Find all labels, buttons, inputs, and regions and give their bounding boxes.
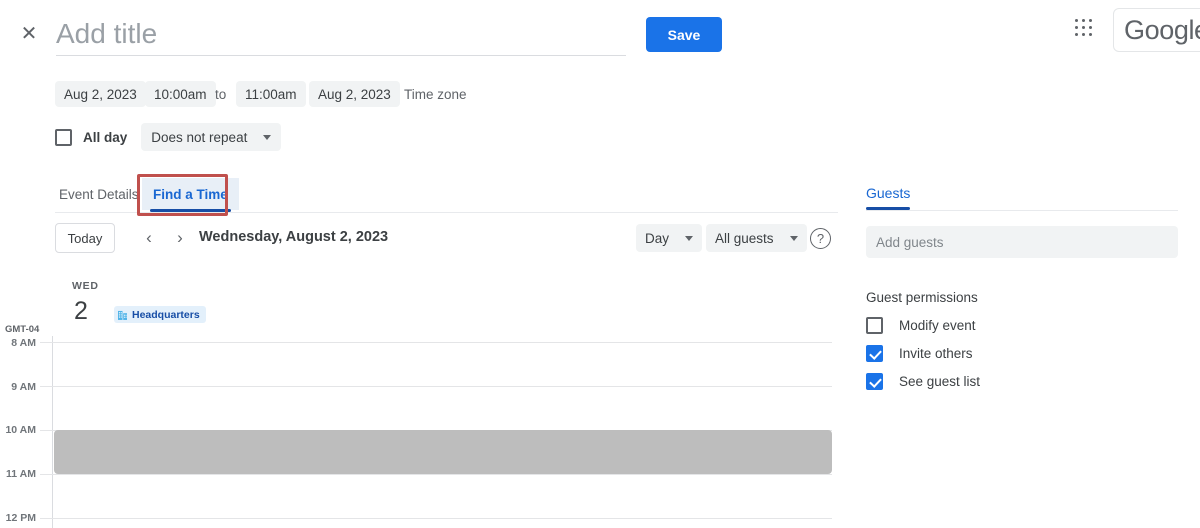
- hour-label-4: 12 PM: [5, 512, 36, 524]
- calendar-grid: WED 2 Headquarters GMT-04 8 AM 9 AM 10 A…: [0, 268, 838, 528]
- room-chip-headquarters[interactable]: Headquarters: [114, 306, 206, 323]
- event-title-input[interactable]: [56, 16, 626, 56]
- editor-tabs: Event Details Find a Time: [0, 178, 838, 212]
- tabs-divider: [55, 212, 838, 213]
- hour-line: [40, 342, 832, 343]
- time-zone-button[interactable]: Time zone: [404, 81, 467, 107]
- guests-filter-dropdown[interactable]: All guests: [706, 224, 807, 252]
- chevron-down-icon: [789, 235, 798, 241]
- hour-label-2: 10 AM: [5, 424, 36, 436]
- all-day-label: All day: [83, 129, 128, 145]
- invite-others-label: Invite others: [899, 346, 973, 361]
- timezone-label: GMT-04: [5, 324, 40, 335]
- view-mode-value: Day: [645, 230, 670, 246]
- invite-others-checkbox[interactable]: [866, 345, 883, 362]
- guests-filter-value: All guests: [715, 230, 774, 246]
- modify-event-label: Modify event: [899, 318, 976, 333]
- google-logo: Google: [1113, 8, 1200, 52]
- chevron-down-icon: [685, 235, 694, 241]
- permission-row-see-guest-list: See guest list: [866, 373, 980, 390]
- time-separator-label: to: [215, 86, 227, 102]
- tab-guests[interactable]: Guests: [866, 178, 914, 210]
- view-mode-dropdown[interactable]: Day: [636, 224, 703, 252]
- see-guest-list-checkbox[interactable]: [866, 373, 883, 390]
- permission-row-invite-others: Invite others: [866, 345, 973, 362]
- hour-label-1: 9 AM: [11, 381, 36, 393]
- help-circle-icon[interactable]: ?: [810, 228, 831, 249]
- tab-event-details[interactable]: Event Details: [48, 178, 150, 210]
- day-name-label: WED: [72, 280, 99, 292]
- hour-label-0: 8 AM: [11, 337, 36, 349]
- busy-time-block[interactable]: [54, 430, 832, 474]
- chevron-down-icon: [263, 134, 272, 140]
- close-icon[interactable]: ✕: [18, 23, 40, 45]
- add-guests-input[interactable]: [866, 226, 1178, 258]
- tab-find-a-time[interactable]: Find a Time: [142, 178, 239, 212]
- save-button[interactable]: Save: [646, 17, 722, 52]
- event-editor-page: ✕ Save Google Aug 2, 2023 10:00am to 11:…: [0, 0, 1200, 528]
- hour-grid[interactable]: 8 AM 9 AM 10 AM 11 AM 12 PM: [0, 336, 838, 528]
- hour-line: [40, 518, 832, 519]
- repeat-dropdown[interactable]: Does not repeat: [141, 123, 282, 151]
- start-time-chip[interactable]: 10:00am: [145, 81, 216, 107]
- repeat-dropdown-value: Does not repeat: [151, 129, 248, 145]
- permission-row-modify-event: Modify event: [866, 317, 976, 334]
- apps-grid-icon[interactable]: [1074, 18, 1094, 38]
- all-day-row: All day Does not repeat: [55, 123, 282, 151]
- guests-divider: [866, 210, 1178, 211]
- all-day-checkbox[interactable]: [55, 128, 72, 146]
- chevron-right-icon[interactable]: ›: [167, 225, 193, 251]
- see-guest-list-label: See guest list: [899, 374, 981, 389]
- modify-event-checkbox[interactable]: [866, 317, 883, 334]
- hour-line: [40, 386, 832, 387]
- top-bar: ✕ Save Google: [0, 0, 1200, 68]
- building-icon: [118, 310, 127, 320]
- start-date-chip[interactable]: Aug 2, 2023: [55, 81, 146, 107]
- hour-line: [40, 474, 832, 475]
- current-date-label: Wednesday, August 2, 2023: [199, 229, 389, 245]
- today-button[interactable]: Today: [55, 223, 115, 253]
- guests-panel: Guests Guest permissions Modify event In…: [866, 178, 1186, 390]
- hour-label-3: 11 AM: [6, 468, 36, 480]
- day-number-label: 2: [74, 297, 88, 325]
- guest-permissions-title: Guest permissions: [866, 290, 978, 305]
- day-column-divider: [52, 336, 53, 528]
- chevron-left-icon[interactable]: ‹: [136, 225, 162, 251]
- end-time-chip[interactable]: 11:00am: [236, 81, 306, 107]
- end-date-chip[interactable]: Aug 2, 2023: [309, 81, 400, 107]
- room-chip-label: Headquarters: [132, 308, 200, 321]
